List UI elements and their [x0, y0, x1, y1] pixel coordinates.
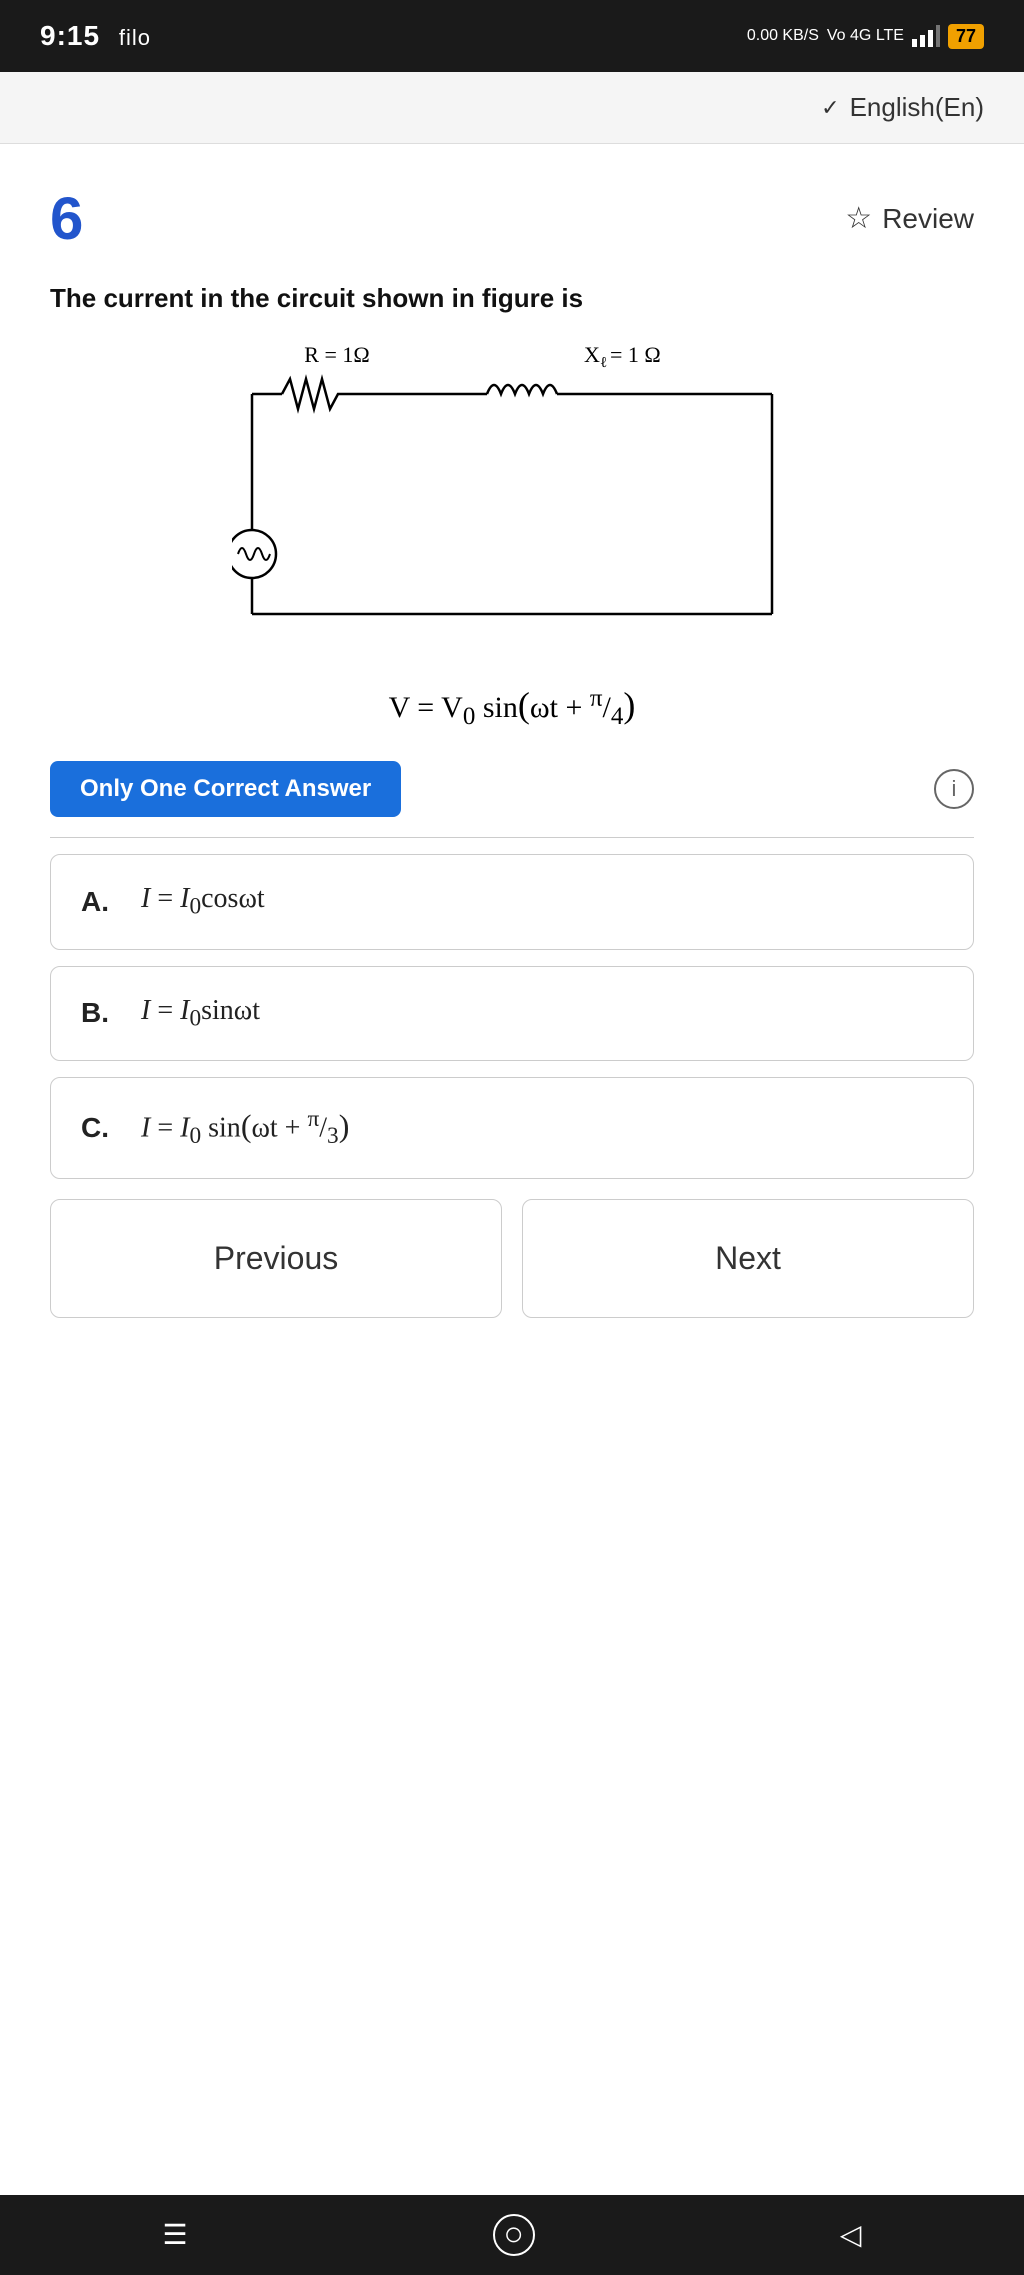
divider: [50, 837, 974, 838]
nav-buttons: Previous Next: [50, 1199, 974, 1318]
android-nav-bar: ☰ ○ ◁: [0, 2195, 1024, 2275]
signal-icon: [912, 25, 940, 47]
question-header: 6 ☆ Review: [50, 184, 974, 253]
voltage-equation: V = V0 sin(ωt + π/4): [389, 684, 636, 731]
question-number: 6: [50, 184, 83, 253]
svg-text:ℓ: ℓ: [600, 355, 607, 371]
option-a-label: A.: [81, 886, 121, 918]
circuit-diagram: R = 1Ω X ℓ = 1 Ω: [50, 334, 974, 731]
option-a-card[interactable]: A. I = I0cosωt: [50, 854, 974, 950]
option-c-text: I = I0 sin(ωt + π/3): [141, 1106, 349, 1150]
option-a-text: I = I0cosωt: [141, 883, 265, 921]
back-button[interactable]: ◁: [820, 2208, 882, 2262]
svg-text:X: X: [584, 342, 600, 367]
answer-type-row: Only One Correct Answer i: [50, 761, 974, 817]
star-icon: ☆: [845, 201, 872, 236]
next-button[interactable]: Next: [522, 1199, 974, 1318]
home-button[interactable]: ○: [493, 2214, 535, 2256]
previous-button[interactable]: Previous: [50, 1199, 502, 1318]
circuit-svg: R = 1Ω X ℓ = 1 Ω: [232, 334, 792, 674]
option-b-label: B.: [81, 997, 121, 1029]
main-content: 6 ☆ Review The current in the circuit sh…: [0, 144, 1024, 2195]
answer-type-badge: Only One Correct Answer: [50, 761, 401, 817]
info-icon[interactable]: i: [934, 769, 974, 809]
battery-level: 77: [948, 24, 984, 49]
option-b-text: I = I0sinωt: [141, 995, 260, 1033]
svg-text:= 1 Ω: = 1 Ω: [610, 342, 661, 367]
carrier: filo: [119, 25, 151, 50]
language-label: English(En): [850, 92, 984, 123]
review-label: Review: [882, 203, 974, 235]
review-button[interactable]: ☆ Review: [845, 201, 974, 236]
status-time-carrier: 9:15 filo: [40, 20, 151, 52]
network-data: 0.00 KB/S: [747, 27, 819, 45]
question-text: The current in the circuit shown in figu…: [50, 283, 974, 314]
network-type: Vo 4G LTE: [827, 27, 904, 45]
status-bar: 9:15 filo 0.00 KB/S Vo 4G LTE 77: [0, 0, 1024, 72]
language-selector[interactable]: ✓ English(En): [821, 92, 984, 123]
status-right: 0.00 KB/S Vo 4G LTE 77: [747, 24, 984, 49]
language-bar: ✓ English(En): [0, 72, 1024, 144]
menu-button[interactable]: ☰: [143, 2208, 208, 2262]
option-c-card[interactable]: C. I = I0 sin(ωt + π/3): [50, 1077, 974, 1179]
option-c-label: C.: [81, 1112, 121, 1144]
checkmark-icon: ✓: [821, 95, 839, 121]
time: 9:15: [40, 20, 100, 51]
svg-text:R = 1Ω: R = 1Ω: [304, 342, 369, 367]
option-b-card[interactable]: B. I = I0sinωt: [50, 966, 974, 1062]
